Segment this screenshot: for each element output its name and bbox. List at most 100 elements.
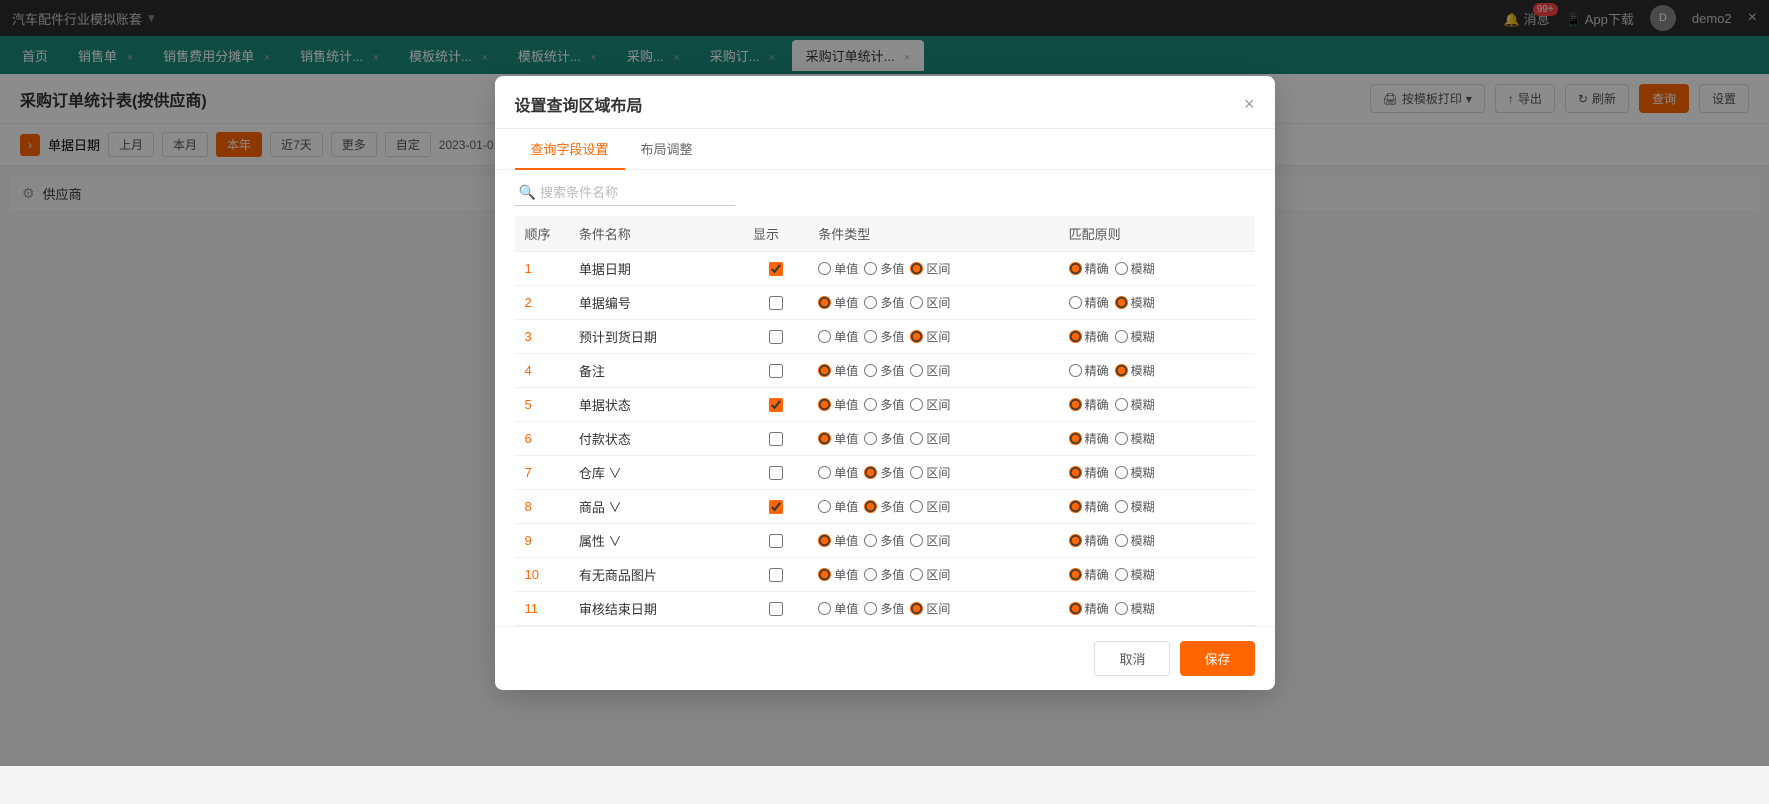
- type-radio[interactable]: [910, 398, 923, 411]
- type-option-label[interactable]: 多值: [864, 430, 904, 447]
- match-radio[interactable]: [1069, 262, 1082, 275]
- type-radio[interactable]: [818, 262, 831, 275]
- match-option-label[interactable]: 精确: [1069, 328, 1109, 345]
- type-radio[interactable]: [910, 466, 923, 479]
- match-option-label[interactable]: 精确: [1069, 362, 1109, 379]
- type-option-label[interactable]: 区间: [910, 566, 950, 583]
- match-radio[interactable]: [1115, 296, 1128, 309]
- display-checkbox[interactable]: [769, 602, 783, 616]
- type-option-label[interactable]: 多值: [864, 464, 904, 481]
- type-option-label[interactable]: 多值: [864, 566, 904, 583]
- type-option-label[interactable]: 区间: [910, 328, 950, 345]
- match-radio[interactable]: [1115, 534, 1128, 547]
- display-checkbox[interactable]: [769, 534, 783, 548]
- match-radio[interactable]: [1115, 568, 1128, 581]
- save-button[interactable]: 保存: [1180, 641, 1254, 676]
- display-checkbox[interactable]: [769, 364, 783, 378]
- type-option-label[interactable]: 单值: [818, 328, 858, 345]
- type-option-label[interactable]: 单值: [818, 532, 858, 549]
- type-radio[interactable]: [818, 534, 831, 547]
- type-radio[interactable]: [864, 568, 877, 581]
- type-radio[interactable]: [910, 330, 923, 343]
- type-option-label[interactable]: 多值: [864, 328, 904, 345]
- match-radio[interactable]: [1069, 534, 1082, 547]
- match-option-label[interactable]: 模糊: [1115, 430, 1155, 447]
- type-option-label[interactable]: 区间: [910, 430, 950, 447]
- match-option-label[interactable]: 精确: [1069, 600, 1109, 617]
- type-radio[interactable]: [864, 432, 877, 445]
- display-checkbox[interactable]: [769, 330, 783, 344]
- type-option-label[interactable]: 多值: [864, 532, 904, 549]
- match-option-label[interactable]: 模糊: [1115, 498, 1155, 515]
- match-radio[interactable]: [1115, 602, 1128, 615]
- type-radio[interactable]: [864, 500, 877, 513]
- type-option-label[interactable]: 单值: [818, 566, 858, 583]
- match-option-label[interactable]: 精确: [1069, 464, 1109, 481]
- type-option-label[interactable]: 区间: [910, 294, 950, 311]
- match-radio[interactable]: [1115, 432, 1128, 445]
- match-radio[interactable]: [1069, 398, 1082, 411]
- type-radio[interactable]: [910, 568, 923, 581]
- type-radio[interactable]: [818, 602, 831, 615]
- match-radio[interactable]: [1115, 330, 1128, 343]
- match-option-label[interactable]: 模糊: [1115, 532, 1155, 549]
- type-option-label[interactable]: 多值: [864, 600, 904, 617]
- match-option-label[interactable]: 模糊: [1115, 464, 1155, 481]
- type-radio[interactable]: [818, 364, 831, 377]
- match-option-label[interactable]: 精确: [1069, 498, 1109, 515]
- type-option-label[interactable]: 单值: [818, 396, 858, 413]
- match-radio[interactable]: [1069, 330, 1082, 343]
- match-radio[interactable]: [1069, 602, 1082, 615]
- display-checkbox[interactable]: [769, 466, 783, 480]
- tab-layout-adjust[interactable]: 布局调整: [625, 129, 709, 170]
- type-radio[interactable]: [818, 296, 831, 309]
- match-radio[interactable]: [1069, 432, 1082, 445]
- type-radio[interactable]: [818, 398, 831, 411]
- type-option-label[interactable]: 区间: [910, 464, 950, 481]
- type-option-label[interactable]: 单值: [818, 600, 858, 617]
- type-radio[interactable]: [910, 500, 923, 513]
- match-option-label[interactable]: 模糊: [1115, 294, 1155, 311]
- match-option-label[interactable]: 精确: [1069, 396, 1109, 413]
- match-option-label[interactable]: 精确: [1069, 430, 1109, 447]
- match-option-label[interactable]: 精确: [1069, 260, 1109, 277]
- type-option-label[interactable]: 区间: [910, 396, 950, 413]
- match-option-label[interactable]: 精确: [1069, 566, 1109, 583]
- match-option-label[interactable]: 模糊: [1115, 566, 1155, 583]
- type-radio[interactable]: [910, 296, 923, 309]
- type-radio[interactable]: [910, 432, 923, 445]
- display-checkbox[interactable]: [769, 500, 783, 514]
- type-option-label[interactable]: 区间: [910, 260, 950, 277]
- type-option-label[interactable]: 单值: [818, 498, 858, 515]
- display-checkbox[interactable]: [769, 432, 783, 446]
- match-option-label[interactable]: 模糊: [1115, 362, 1155, 379]
- match-option-label[interactable]: 精确: [1069, 532, 1109, 549]
- type-option-label[interactable]: 单值: [818, 464, 858, 481]
- type-radio[interactable]: [910, 364, 923, 377]
- type-option-label[interactable]: 多值: [864, 260, 904, 277]
- type-option-label[interactable]: 单值: [818, 362, 858, 379]
- type-radio[interactable]: [864, 534, 877, 547]
- match-radio[interactable]: [1069, 296, 1082, 309]
- display-checkbox[interactable]: [769, 398, 783, 412]
- display-checkbox[interactable]: [769, 296, 783, 310]
- match-radio[interactable]: [1115, 262, 1128, 275]
- type-radio[interactable]: [818, 432, 831, 445]
- type-radio[interactable]: [818, 466, 831, 479]
- match-radio[interactable]: [1115, 466, 1128, 479]
- search-input[interactable]: [540, 185, 731, 200]
- type-radio[interactable]: [818, 330, 831, 343]
- type-radio[interactable]: [864, 466, 877, 479]
- type-radio[interactable]: [864, 364, 877, 377]
- type-radio[interactable]: [864, 330, 877, 343]
- type-radio[interactable]: [864, 602, 877, 615]
- type-radio[interactable]: [864, 296, 877, 309]
- type-radio[interactable]: [910, 534, 923, 547]
- type-radio[interactable]: [910, 602, 923, 615]
- type-option-label[interactable]: 区间: [910, 532, 950, 549]
- type-option-label[interactable]: 单值: [818, 430, 858, 447]
- type-option-label[interactable]: 多值: [864, 362, 904, 379]
- display-checkbox[interactable]: [769, 262, 783, 276]
- type-radio[interactable]: [910, 262, 923, 275]
- tab-query-fields[interactable]: 查询字段设置: [515, 129, 625, 170]
